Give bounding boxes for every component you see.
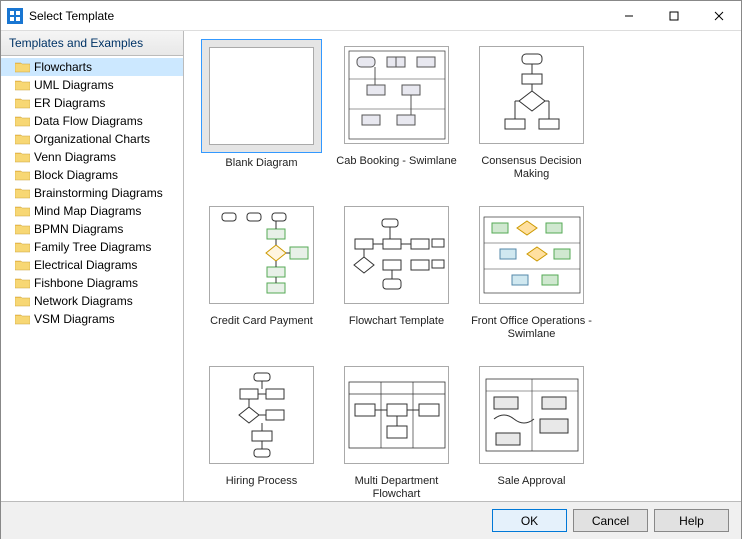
app-icon bbox=[7, 8, 23, 24]
template-thumbnail bbox=[479, 46, 584, 144]
title-bar: Select Template bbox=[1, 1, 741, 31]
template-thumbnail bbox=[479, 366, 584, 464]
template-tile-flowchart-template[interactable]: Flowchart Template bbox=[329, 199, 464, 341]
sidebar-item-uml-diagrams[interactable]: UML Diagrams bbox=[1, 76, 183, 94]
sidebar-item-brainstorming-diagrams[interactable]: Brainstorming Diagrams bbox=[1, 184, 183, 202]
sidebar-item-label: VSM Diagrams bbox=[34, 311, 115, 327]
template-thumbnail bbox=[344, 46, 449, 144]
sidebar-item-block-diagrams[interactable]: Block Diagrams bbox=[1, 166, 183, 184]
template-label: Multi Department Flowchart bbox=[334, 475, 459, 501]
template-thumbnail bbox=[209, 47, 314, 145]
template-tile-credit-card-payment[interactable]: Credit Card Payment bbox=[194, 199, 329, 341]
window-controls bbox=[606, 1, 741, 30]
template-tile-hiring-process[interactable]: Hiring Process bbox=[194, 359, 329, 501]
sidebar-item-label: Fishbone Diagrams bbox=[34, 275, 138, 291]
template-label: Front Office Operations - Swimlane bbox=[469, 315, 594, 341]
cancel-button[interactable]: Cancel bbox=[573, 509, 648, 532]
sidebar-item-label: Mind Map Diagrams bbox=[34, 203, 141, 219]
sidebar-item-flowcharts[interactable]: Flowcharts bbox=[1, 58, 183, 76]
template-tile-multi-department-flowchart[interactable]: Multi Department Flowchart bbox=[329, 359, 464, 501]
sidebar-item-label: Brainstorming Diagrams bbox=[34, 185, 163, 201]
sidebar-item-data-flow-diagrams[interactable]: Data Flow Diagrams bbox=[1, 112, 183, 130]
sidebar-item-er-diagrams[interactable]: ER Diagrams bbox=[1, 94, 183, 112]
template-label: Blank Diagram bbox=[225, 157, 297, 170]
sidebar-item-bpmn-diagrams[interactable]: BPMN Diagrams bbox=[1, 220, 183, 238]
template-tile-blank-diagram[interactable]: Blank Diagram bbox=[194, 39, 329, 181]
sidebar-item-family-tree-diagrams[interactable]: Family Tree Diagrams bbox=[1, 238, 183, 256]
sidebar-item-organizational-charts[interactable]: Organizational Charts bbox=[1, 130, 183, 148]
template-thumbnail bbox=[344, 206, 449, 304]
category-tree: Flowcharts UML Diagrams ER Diagrams Data Fl… bbox=[1, 56, 183, 330]
template-thumbnail bbox=[479, 206, 584, 304]
sidebar-item-vsm-diagrams[interactable]: VSM Diagrams bbox=[1, 310, 183, 328]
template-tile-cab-booking-swimlane[interactable]: Cab Booking - Swimlane bbox=[329, 39, 464, 181]
template-label: Hiring Process bbox=[226, 475, 298, 488]
sidebar-item-label: Organizational Charts bbox=[34, 131, 150, 147]
sidebar-item-label: Block Diagrams bbox=[34, 167, 118, 183]
sidebar-item-label: Flowcharts bbox=[34, 59, 92, 75]
sidebar-item-label: ER Diagrams bbox=[34, 95, 105, 111]
sidebar-item-label: UML Diagrams bbox=[34, 77, 114, 93]
template-tile-consensus-decision-making[interactable]: Consensus Decision Making bbox=[464, 39, 599, 181]
minimize-button[interactable] bbox=[606, 1, 651, 30]
template-thumbnail bbox=[344, 366, 449, 464]
maximize-button[interactable] bbox=[651, 1, 696, 30]
dialog-footer: OK Cancel Help bbox=[1, 501, 741, 539]
template-gallery: Blank Diagram Cab Booking - Swimlane Conse… bbox=[184, 31, 741, 501]
sidebar-item-network-diagrams[interactable]: Network Diagrams bbox=[1, 292, 183, 310]
ok-button[interactable]: OK bbox=[492, 509, 567, 532]
template-label: Credit Card Payment bbox=[210, 315, 313, 328]
sidebar-header: Templates and Examples bbox=[1, 31, 183, 56]
window-title: Select Template bbox=[29, 9, 606, 23]
sidebar-item-label: Network Diagrams bbox=[34, 293, 133, 309]
help-button[interactable]: Help bbox=[654, 509, 729, 532]
template-label: Cab Booking - Swimlane bbox=[336, 155, 456, 168]
sidebar-item-label: BPMN Diagrams bbox=[34, 221, 123, 237]
template-label: Sale Approval bbox=[498, 475, 566, 488]
sidebar-item-label: Venn Diagrams bbox=[34, 149, 116, 165]
template-thumbnail bbox=[209, 366, 314, 464]
sidebar-item-mind-map-diagrams[interactable]: Mind Map Diagrams bbox=[1, 202, 183, 220]
close-button[interactable] bbox=[696, 1, 741, 30]
sidebar-item-fishbone-diagrams[interactable]: Fishbone Diagrams bbox=[1, 274, 183, 292]
sidebar-item-label: Data Flow Diagrams bbox=[34, 113, 143, 129]
template-tile-sale-approval[interactable]: Sale Approval bbox=[464, 359, 599, 501]
sidebar: Templates and Examples Flowcharts UML Dia… bbox=[1, 31, 184, 501]
sidebar-item-electrical-diagrams[interactable]: Electrical Diagrams bbox=[1, 256, 183, 274]
template-tile-front-office-operations-swimlane[interactable]: Front Office Operations - Swimlane bbox=[464, 199, 599, 341]
sidebar-item-label: Family Tree Diagrams bbox=[34, 239, 151, 255]
template-thumbnail bbox=[209, 206, 314, 304]
sidebar-item-label: Electrical Diagrams bbox=[34, 257, 137, 273]
template-label: Consensus Decision Making bbox=[469, 155, 594, 181]
template-label: Flowchart Template bbox=[349, 315, 444, 328]
sidebar-item-venn-diagrams[interactable]: Venn Diagrams bbox=[1, 148, 183, 166]
